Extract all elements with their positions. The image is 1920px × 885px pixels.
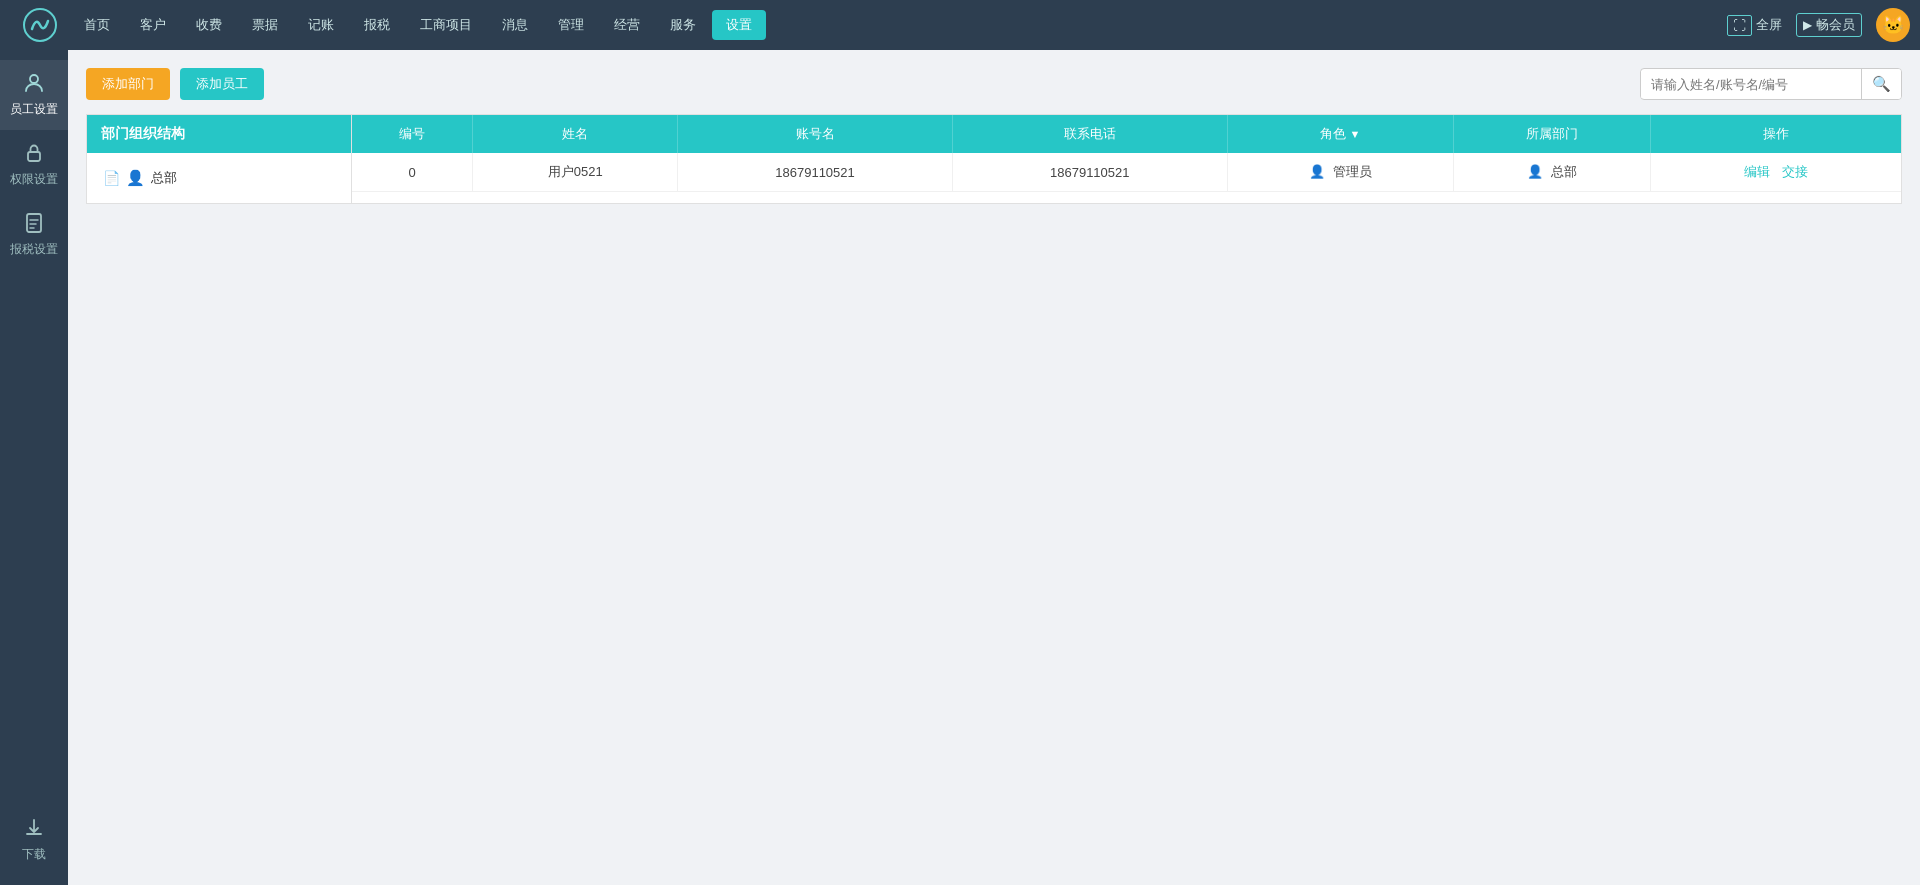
col-role: 角色 ▼ (1227, 115, 1454, 153)
sidebar: 员工设置 权限设置 报税设置 下载 (0, 50, 68, 885)
col-action: 操作 (1650, 115, 1901, 153)
nav-bizproject[interactable]: 工商项目 (406, 10, 486, 40)
sidebar-employee-label: 员工设置 (10, 101, 58, 118)
nav-service[interactable]: 服务 (656, 10, 710, 40)
sidebar-permission-label: 权限设置 (10, 171, 58, 188)
table-header: 编号 姓名 账号名 联系电话 角色 ▼ 所属部门 操作 (352, 115, 1901, 153)
fullscreen-label: 全屏 (1756, 16, 1782, 34)
nav-invoice[interactable]: 票据 (238, 10, 292, 40)
svg-rect-2 (28, 152, 40, 161)
sidebar-download[interactable]: 下载 (22, 805, 46, 875)
nav-message[interactable]: 消息 (488, 10, 542, 40)
sidebar-item-permission[interactable]: 权限设置 (0, 130, 68, 200)
sidebar-item-taxsettings[interactable]: 报税设置 (0, 200, 68, 270)
nav-menu: 首页 客户 收费 票据 记账 报税 工商项目 消息 管理 经营 服务 设置 (70, 10, 1727, 40)
employee-icon (23, 72, 45, 97)
col-number: 编号 (352, 115, 473, 153)
cell-number: 0 (352, 153, 473, 192)
cell-role: 👤 管理员 (1227, 153, 1454, 192)
col-dept: 所属部门 (1454, 115, 1650, 153)
member-button[interactable]: ▶ 畅会员 (1796, 13, 1862, 37)
fullscreen-button[interactable]: ⛶ 全屏 (1727, 15, 1782, 36)
employee-table: 编号 姓名 账号名 联系电话 角色 ▼ 所属部门 操作 (352, 115, 1901, 192)
tree-node-root[interactable]: 📄 👤 总部 (99, 163, 339, 193)
role-filter-header[interactable]: 角色 ▼ (1320, 125, 1360, 143)
cell-phone: 18679110521 (952, 153, 1227, 192)
cell-account: 18679110521 (678, 153, 953, 192)
nav-fee[interactable]: 收费 (182, 10, 236, 40)
download-label: 下载 (22, 846, 46, 863)
table-row: 0 用户0521 18679110521 18679110521 👤 管理员 👤… (352, 153, 1901, 192)
tree-node-label: 总部 (151, 169, 177, 187)
tree-panel-body: 📄 👤 总部 (87, 153, 351, 203)
nav-right-area: ⛶ 全屏 ▶ 畅会员 🐱 (1727, 8, 1910, 42)
tree-panel-header: 部门组织结构 (87, 115, 351, 153)
transfer-link[interactable]: 交接 (1782, 164, 1808, 179)
col-account: 账号名 (678, 115, 953, 153)
file-icon: 📄 (103, 170, 120, 186)
nav-client[interactable]: 客户 (126, 10, 180, 40)
edit-link[interactable]: 编辑 (1744, 164, 1770, 179)
col-name: 姓名 (473, 115, 678, 153)
svg-point-1 (30, 75, 38, 83)
nav-manage[interactable]: 管理 (544, 10, 598, 40)
cell-action: 编辑 交接 (1650, 153, 1901, 192)
search-box: 🔍 (1640, 68, 1902, 100)
role-user-icon: 👤 (1309, 164, 1325, 179)
nav-settings[interactable]: 设置 (712, 10, 766, 40)
nav-home[interactable]: 首页 (70, 10, 124, 40)
cell-dept: 👤 总部 (1454, 153, 1650, 192)
svg-rect-3 (27, 214, 41, 232)
tree-panel: 部门组织结构 📄 👤 总部 (87, 115, 352, 203)
avatar[interactable]: 🐱 (1876, 8, 1910, 42)
sidebar-item-employee[interactable]: 员工设置 (0, 60, 68, 130)
member-label: 畅会员 (1816, 16, 1855, 34)
report-icon (23, 212, 45, 237)
user-tree-icon: 👤 (126, 169, 145, 187)
add-emp-button[interactable]: 添加员工 (180, 68, 264, 100)
top-navigation: 首页 客户 收费 票据 记账 报税 工商项目 消息 管理 经营 服务 设置 ⛶ … (0, 0, 1920, 50)
col-phone: 联系电话 (952, 115, 1227, 153)
main-content: 添加部门 添加员工 🔍 部门组织结构 📄 👤 总部 编 (68, 50, 1920, 885)
dept-user-icon: 👤 (1527, 164, 1543, 179)
nav-operation[interactable]: 经营 (600, 10, 654, 40)
search-button[interactable]: 🔍 (1861, 69, 1901, 99)
toolbar: 添加部门 添加员工 🔍 (86, 68, 1902, 100)
table-panel: 编号 姓名 账号名 联系电话 角色 ▼ 所属部门 操作 (352, 115, 1901, 203)
sidebar-taxsettings-label: 报税设置 (10, 241, 58, 258)
table-body: 0 用户0521 18679110521 18679110521 👤 管理员 👤… (352, 153, 1901, 192)
sidebar-bottom-area: 下载 (22, 805, 46, 885)
add-dept-button[interactable]: 添加部门 (86, 68, 170, 100)
nav-tax[interactable]: 报税 (350, 10, 404, 40)
lock-icon (23, 142, 45, 167)
filter-icon: ▼ (1349, 128, 1360, 140)
content-area: 部门组织结构 📄 👤 总部 编号 姓名 账号名 联系电话 (86, 114, 1902, 204)
app-logo (10, 7, 70, 43)
cell-name: 用户0521 (473, 153, 678, 192)
download-icon (23, 817, 45, 842)
nav-accounting[interactable]: 记账 (294, 10, 348, 40)
search-input[interactable] (1641, 71, 1861, 98)
